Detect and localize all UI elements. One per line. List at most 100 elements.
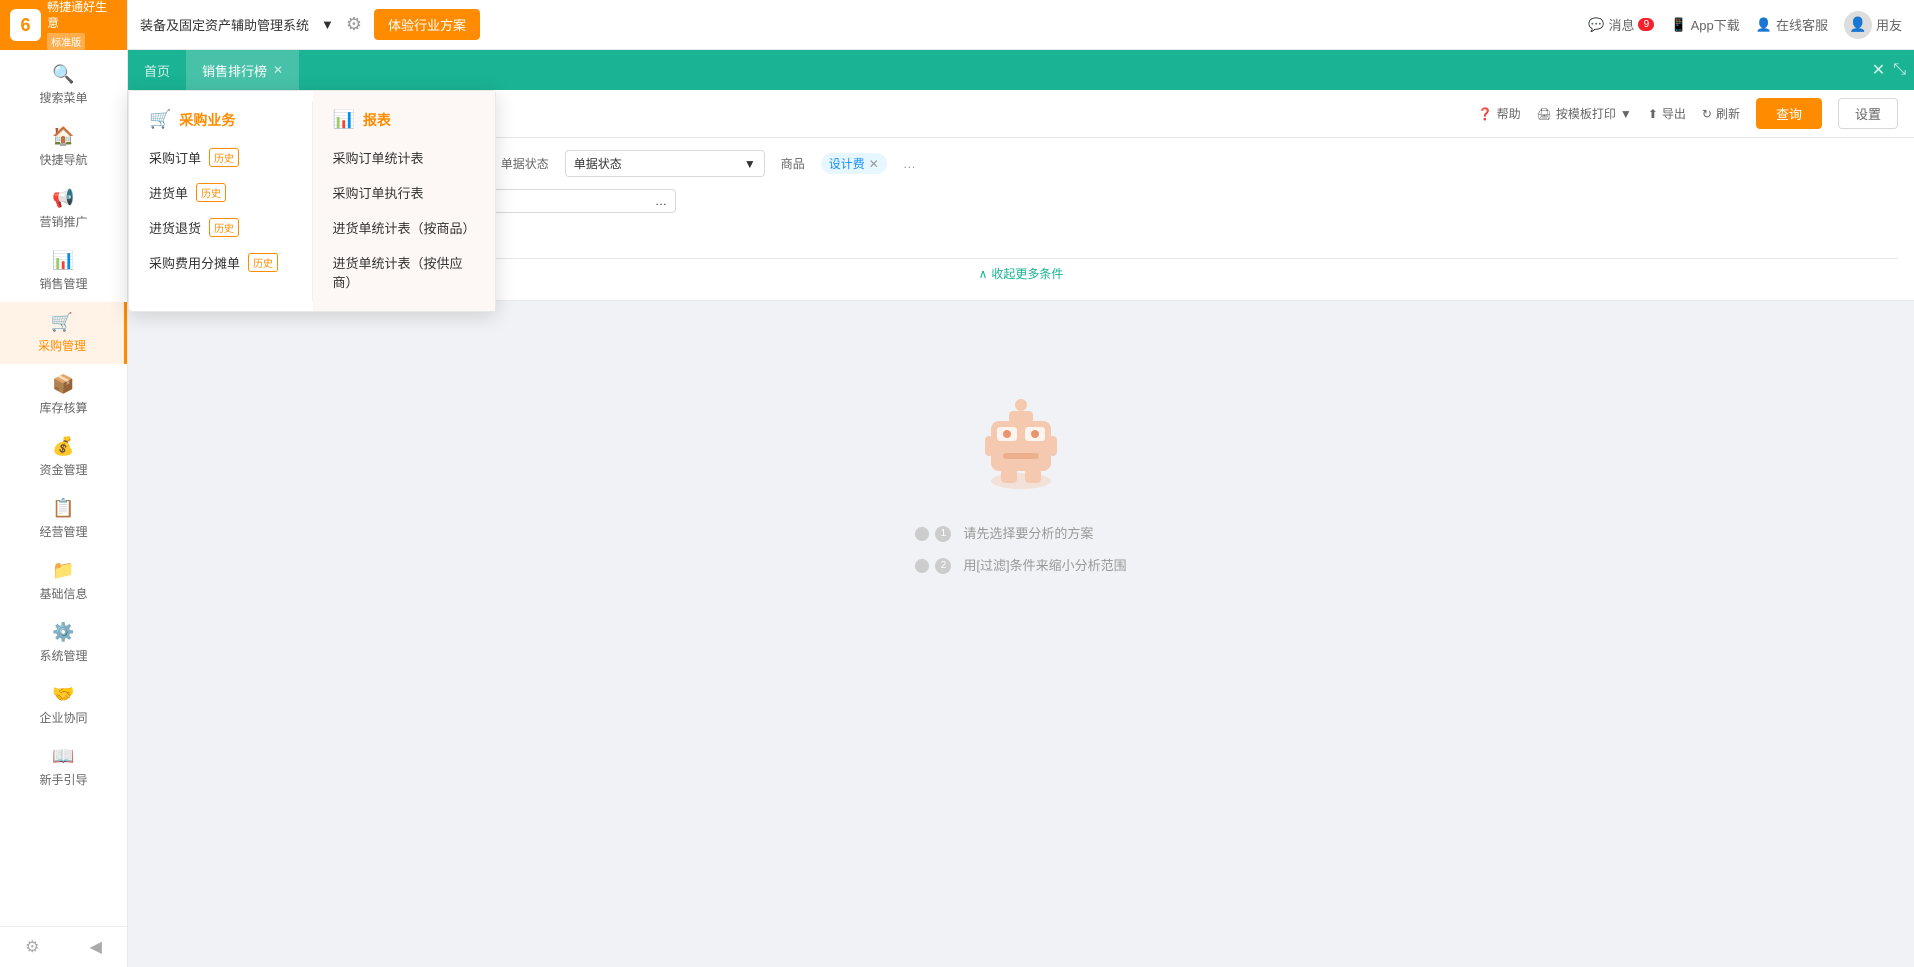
goods-ellipsis[interactable]: … — [903, 156, 916, 171]
user-menu[interactable]: 👤 用友 — [1844, 11, 1902, 39]
empty-illustration — [961, 381, 1081, 501]
logo-icon: 6 — [10, 9, 41, 41]
message-icon: 💬 — [1588, 17, 1604, 33]
sales-nav-icon: 📊 — [52, 250, 74, 271]
purchase-section-icon: 🛒 — [149, 109, 171, 130]
status-label: 单据状态 — [501, 155, 549, 172]
set-btn[interactable]: 设置 — [1838, 98, 1898, 129]
marketing-nav-icon: 📢 — [52, 188, 74, 209]
sidebar-settings-icon[interactable]: ⚙ — [25, 937, 39, 957]
sidebar-item-sales[interactable]: 📊 销售管理 — [0, 240, 127, 302]
guide-nav-icon: 📖 — [52, 746, 74, 767]
history-badge-0: 历史 — [209, 148, 239, 167]
empty-hints: 1 请先选择要分析的方案 2 用[过滤]条件来缩小分析范围 — [915, 521, 1126, 579]
basic-nav-icon: 📁 — [52, 560, 74, 581]
menu-item-report-2[interactable]: 进货单统计表（按商品） — [313, 210, 496, 245]
report-section-icon: 📊 — [333, 109, 355, 130]
purchase-section-header: 🛒 采购业务 — [129, 103, 312, 140]
empty-hint-1: 1 请先选择要分析的方案 — [915, 521, 1126, 547]
messages-badge: 9 — [1638, 18, 1654, 31]
chevron-down-icon: ▼ — [321, 17, 334, 32]
tab-sales-rank[interactable]: 销售排行榜 ✕ — [186, 50, 299, 90]
menu-item-purchase-order[interactable]: 采购订单 历史 — [129, 140, 312, 175]
report-menu-section: 📊 报表 采购订单统计表 采购订单执行表 进货单统计表（按商品） 进货单统计表（… — [313, 91, 496, 311]
goods-tag-close[interactable]: ✕ — [869, 157, 879, 171]
sidebar: 6 畅捷通好生意 标准版 🔍 搜索菜单 🏠 快捷导航 📢 营销推广 📊 销售管理… — [0, 0, 128, 967]
topbar-right: 💬 消息 9 📱 App下载 👤 在线客服 👤 用友 — [1588, 11, 1902, 39]
sidebar-item-basic[interactable]: 📁 基础信息 — [0, 550, 127, 612]
tab-close-icon[interactable]: ✕ — [273, 63, 283, 77]
sidebar-item-system[interactable]: ⚙️ 系统管理 — [0, 612, 127, 674]
sidebar-item-finance[interactable]: 💰 资金管理 — [0, 426, 127, 488]
topbar-dropdown[interactable]: ▼ — [321, 17, 334, 32]
sidebar-item-nav[interactable]: 🏠 快捷导航 — [0, 116, 127, 178]
export-btn[interactable]: ⬆ 导出 — [1648, 105, 1686, 122]
menu-item-purchase-return[interactable]: 进货退货 历史 — [129, 210, 312, 245]
help-btn[interactable]: ❓ 帮助 — [1478, 105, 1521, 122]
search-nav-icon: 🔍 — [52, 64, 74, 85]
phone-icon: 📱 — [1670, 17, 1686, 33]
print-icon: 🖨 — [1537, 107, 1552, 121]
topbar-settings-icon[interactable]: ⚙ — [346, 14, 362, 35]
tab-maximize-icon[interactable]: ⤡ — [1893, 61, 1906, 79]
user-icon: 👤 — [1849, 16, 1866, 33]
sidebar-nav: 🔍 搜索菜单 🏠 快捷导航 📢 营销推广 📊 销售管理 🛒 采购管理 📦 库存核… — [0, 50, 127, 926]
online-service-btn[interactable]: 👤 在线客服 — [1756, 15, 1828, 34]
purchase-nav-icon: 🛒 — [51, 312, 73, 333]
status-dropdown-icon: ▼ — [744, 157, 756, 171]
sidebar-item-inventory[interactable]: 📦 库存核算 — [0, 364, 127, 426]
staff-ellipsis: … — [655, 194, 667, 208]
messages-label: 消息 — [1608, 15, 1634, 34]
logo-tag: 标准版 — [47, 33, 85, 50]
history-badge-1: 历史 — [196, 183, 226, 202]
menu-item-report-0[interactable]: 采购订单统计表 — [313, 140, 496, 175]
sidebar-item-operations[interactable]: 📋 经营管理 — [0, 488, 127, 550]
service-icon: 👤 — [1756, 17, 1772, 33]
collapse-icon: ∧ — [979, 267, 988, 281]
logo-text: 畅捷通好生意 — [47, 0, 117, 31]
industry-btn[interactable]: 体验行业方案 — [374, 9, 480, 40]
purchase-dropdown-menu: 🛒 采购业务 采购订单 历史 进货单 历史 进货退货 历史 采购费用分摊单 历史 — [128, 90, 496, 312]
topbar-title: 装备及固定资产辅助管理系统 — [140, 15, 309, 34]
empty-hint-2: 2 用[过滤]条件来缩小分析范围 — [915, 553, 1126, 579]
sidebar-item-purchase[interactable]: 🛒 采购管理 — [0, 302, 127, 364]
template-print-btn[interactable]: 🖨 按模板打印 ▼ — [1537, 105, 1632, 122]
app-download-btn[interactable]: 📱 App下载 — [1670, 15, 1739, 34]
sidebar-collapse-icon[interactable]: ◀ — [90, 937, 102, 957]
goods-tag: 设计费 ✕ — [821, 153, 887, 174]
tabbar: 首页 销售排行榜 ✕ ✕ ⤡ — [128, 50, 1914, 90]
menu-item-purchase-in[interactable]: 进货单 历史 — [129, 175, 312, 210]
inventory-nav-icon: 📦 — [52, 374, 74, 395]
sidebar-item-marketing[interactable]: 📢 营销推广 — [0, 178, 127, 240]
purchase-menu-section: 🛒 采购业务 采购订单 历史 进货单 历史 进货退货 历史 采购费用分摊单 历史 — [129, 91, 312, 311]
refresh-btn[interactable]: ↻ 刷新 — [1702, 105, 1740, 122]
empty-state: 1 请先选择要分析的方案 2 用[过滤]条件来缩小分析范围 — [128, 301, 1914, 659]
menu-item-report-3[interactable]: 进货单统计表（按供应商） — [313, 245, 496, 299]
avatar: 👤 — [1844, 11, 1872, 39]
sidebar-footer: ⚙ ◀ — [0, 926, 127, 967]
menu-item-report-1[interactable]: 采购订单执行表 — [313, 175, 496, 210]
operations-nav-icon: 📋 — [52, 498, 74, 519]
menu-item-purchase-expense[interactable]: 采购费用分摊单 历史 — [129, 245, 312, 280]
export-icon: ⬆ — [1648, 107, 1658, 121]
status-select[interactable]: 单据状态 ▼ — [565, 150, 765, 177]
purchase-dropdown-overlay: 🛒 采购业务 采购订单 历史 进货单 历史 进货退货 历史 采购费用分摊单 历史 — [128, 90, 496, 312]
sidebar-item-search[interactable]: 🔍 搜索菜单 — [0, 54, 127, 116]
messages-btn[interactable]: 💬 消息 9 — [1588, 15, 1654, 34]
tab-home[interactable]: 首页 — [128, 50, 186, 90]
history-badge-2: 历史 — [209, 218, 239, 237]
history-badge-3: 历史 — [248, 253, 278, 272]
sidebar-item-guide[interactable]: 📖 新手引导 — [0, 736, 127, 798]
tabbar-right: ✕ ⤡ — [1872, 60, 1914, 80]
tab-close-all-icon[interactable]: ✕ — [1872, 60, 1885, 80]
sidebar-item-enterprise[interactable]: 🤝 企业协同 — [0, 674, 127, 736]
home-nav-icon: 🏠 — [52, 126, 74, 147]
print-dropdown-icon: ▼ — [1620, 107, 1632, 121]
goods-label: 商品 — [781, 155, 805, 172]
query-btn[interactable]: 查询 — [1756, 98, 1822, 129]
help-icon: ❓ — [1478, 107, 1493, 121]
refresh-icon: ↻ — [1702, 107, 1712, 121]
system-nav-icon: ⚙️ — [52, 622, 74, 643]
staff-select[interactable]: … — [476, 189, 676, 213]
topbar: 装备及固定资产辅助管理系统 ▼ ⚙ 体验行业方案 💬 消息 9 📱 App下载 … — [128, 0, 1914, 50]
